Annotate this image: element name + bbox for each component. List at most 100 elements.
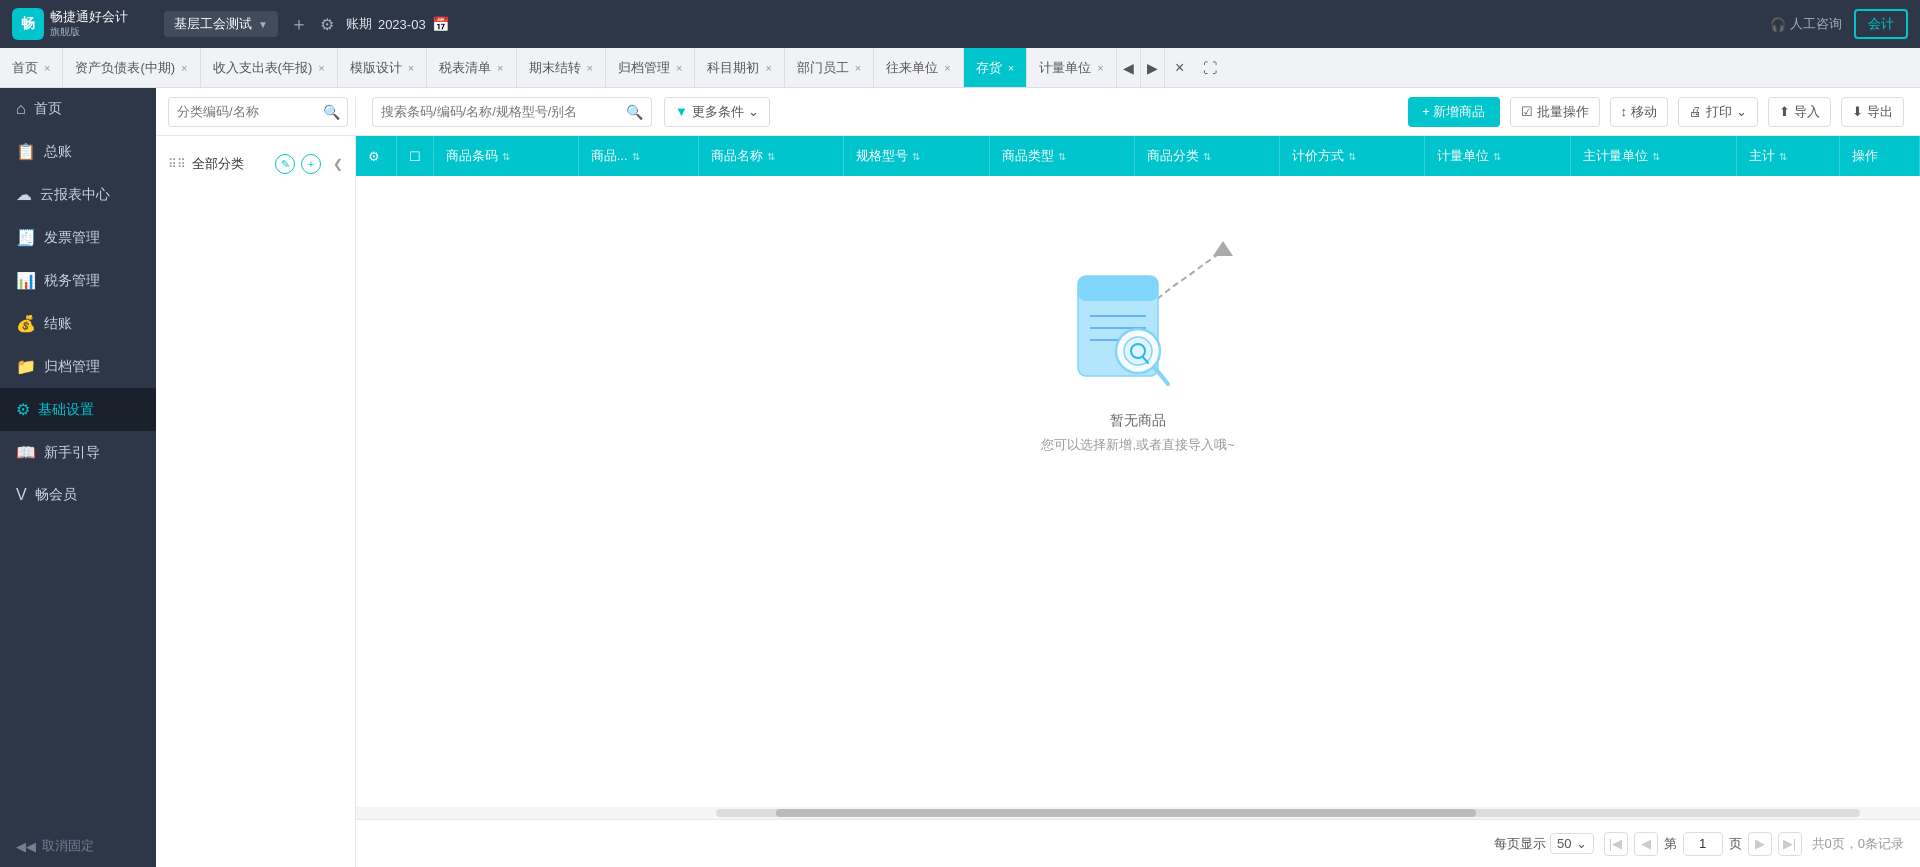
th-spec[interactable]: 规格型号 ⇅ bbox=[844, 136, 989, 176]
th-unit[interactable]: 计量单位 ⇅ bbox=[1425, 136, 1570, 176]
sidebar-item-home[interactable]: ⌂ 首页 bbox=[0, 88, 156, 130]
th-type[interactable]: 商品类型 ⇅ bbox=[989, 136, 1134, 176]
import-button[interactable]: ⬆ 导入 bbox=[1768, 97, 1831, 127]
horizontal-scrollbar[interactable] bbox=[356, 807, 1920, 819]
tab-close-icon[interactable]: × bbox=[318, 62, 324, 74]
tab-dept-staff[interactable]: 部门员工 × bbox=[785, 48, 874, 88]
tab-close-icon[interactable]: × bbox=[676, 62, 682, 74]
left-category-panel: ⠿⠿ 全部分类 ✎ + ❮ bbox=[156, 136, 356, 867]
tab-close-icon[interactable]: × bbox=[1008, 62, 1014, 74]
tab-close-icon[interactable]: × bbox=[44, 62, 50, 74]
tab-close-icon[interactable]: × bbox=[408, 62, 414, 74]
sidebar-item-settlement[interactable]: 💰 结账 bbox=[0, 302, 156, 345]
tab-close-icon[interactable]: × bbox=[1097, 62, 1103, 74]
move-button[interactable]: ↕ 移动 bbox=[1610, 97, 1669, 127]
sort-icon: ⇅ bbox=[912, 151, 920, 162]
pagination-bar: 每页显示 50 ⌄ |◀ ◀ 第 页 ▶ ▶| bbox=[356, 819, 1920, 867]
tab-homepage[interactable]: 首页 × bbox=[0, 48, 63, 88]
unpin-button[interactable]: ◀◀ 取消固定 bbox=[0, 825, 156, 867]
th-barcode[interactable]: 商品条码 ⇅ bbox=[433, 136, 578, 176]
export-button[interactable]: ⬇ 导出 bbox=[1841, 97, 1904, 127]
home-icon: ⌂ bbox=[16, 100, 26, 118]
th-settings[interactable]: ⚙ bbox=[356, 136, 396, 176]
archive-icon: 📁 bbox=[16, 357, 36, 376]
export-icon: ⬇ bbox=[1852, 104, 1863, 119]
tab-archive[interactable]: 归档管理 × bbox=[606, 48, 695, 88]
add-product-button[interactable]: + 新增商品 bbox=[1408, 97, 1499, 127]
tab-balance-sheet[interactable]: 资产负债表(中期) × bbox=[63, 48, 200, 88]
tab-close-icon[interactable]: × bbox=[497, 62, 503, 74]
product-table: ⚙ ☐ 商品条码 ⇅ 商品... bbox=[356, 136, 1920, 176]
invoice-icon: 🧾 bbox=[16, 228, 36, 247]
action-buttons: + 新增商品 ☑ 批量操作 ↕ 移动 🖨 打印 ⌄ bbox=[1408, 97, 1904, 127]
tab-close-icon[interactable]: × bbox=[765, 62, 771, 74]
ai-consult-label: 人工咨询 bbox=[1790, 15, 1842, 33]
add-tab-icon[interactable]: ＋ bbox=[290, 12, 308, 36]
tab-income-statement[interactable]: 收入支出表(年报) × bbox=[201, 48, 338, 88]
th-price-method[interactable]: 计价方式 ⇅ bbox=[1280, 136, 1425, 176]
sidebar-label-guide: 新手引导 bbox=[44, 444, 100, 462]
account-button[interactable]: 会计 bbox=[1854, 9, 1908, 39]
expand-icon[interactable]: ⛶ bbox=[1195, 48, 1225, 88]
calendar-icon[interactable]: 📅 bbox=[432, 16, 449, 32]
tab-tax-list[interactable]: 税表清单 × bbox=[427, 48, 516, 88]
th-main-num[interactable]: 主计 ⇅ bbox=[1737, 136, 1840, 176]
sidebar-item-invoice[interactable]: 🧾 发票管理 bbox=[0, 216, 156, 259]
th-checkbox[interactable]: ☐ bbox=[396, 136, 433, 176]
category-edit-button[interactable]: ✎ bbox=[275, 154, 295, 174]
th-code[interactable]: 商品... ⇅ bbox=[578, 136, 699, 176]
page-suffix: 页 bbox=[1729, 835, 1742, 853]
sidebar-item-guide[interactable]: 📖 新手引导 bbox=[0, 431, 156, 474]
sidebar-item-basic-settings[interactable]: ⚙ 基础设置 bbox=[0, 388, 156, 431]
company-selector[interactable]: 基层工会测试 ▼ bbox=[164, 11, 278, 37]
tab-prev-icon[interactable]: ◀ bbox=[1117, 48, 1141, 88]
ai-consult-button[interactable]: 🎧 人工咨询 bbox=[1770, 15, 1842, 33]
category-add-button[interactable]: + bbox=[301, 154, 321, 174]
sidebar-item-archive[interactable]: 📁 归档管理 bbox=[0, 345, 156, 388]
filter-icon: ▼ bbox=[675, 104, 688, 119]
page-number-input[interactable] bbox=[1683, 832, 1723, 856]
tab-inventory[interactable]: 存货 × bbox=[964, 48, 1027, 88]
collapse-icon[interactable]: ❮ bbox=[333, 157, 343, 171]
tab-subject-init[interactable]: 科目期初 × bbox=[695, 48, 784, 88]
tab-period-transfer[interactable]: 期末结转 × bbox=[517, 48, 606, 88]
tab-close-icon[interactable]: × bbox=[587, 62, 593, 74]
move-label: 移动 bbox=[1631, 103, 1657, 121]
tab-close-icon[interactable]: × bbox=[855, 62, 861, 74]
last-page-button[interactable]: ▶| bbox=[1778, 832, 1802, 856]
more-filter-button[interactable]: ▼ 更多条件 ⌄ bbox=[664, 97, 770, 127]
close-all-tabs-icon[interactable]: × bbox=[1165, 48, 1195, 88]
category-search-icon[interactable]: 🔍 bbox=[323, 104, 340, 120]
settings-icon[interactable]: ⚙ bbox=[320, 15, 334, 34]
page-size-selector: 每页显示 50 ⌄ bbox=[1494, 833, 1593, 854]
tab-template-design[interactable]: 模版设计 × bbox=[338, 48, 427, 88]
tab-unit[interactable]: 计量单位 × bbox=[1027, 48, 1116, 88]
export-label: 导出 bbox=[1867, 103, 1893, 121]
prev-page-button[interactable]: ◀ bbox=[1634, 832, 1658, 856]
tab-close-icon[interactable]: × bbox=[944, 62, 950, 74]
sidebar-item-ledger[interactable]: 📋 总账 bbox=[0, 130, 156, 173]
th-name[interactable]: 商品名称 ⇅ bbox=[699, 136, 844, 176]
tab-close-icon[interactable]: × bbox=[181, 62, 187, 74]
category-all[interactable]: ⠿⠿ 全部分类 ✎ + ❮ bbox=[168, 148, 343, 180]
batch-operation-button[interactable]: ☑ 批量操作 bbox=[1510, 97, 1600, 127]
sidebar-item-cloud-report[interactable]: ☁ 云报表中心 bbox=[0, 173, 156, 216]
per-page-select[interactable]: 50 ⌄ bbox=[1550, 833, 1593, 854]
first-page-button[interactable]: |◀ bbox=[1604, 832, 1628, 856]
sidebar-item-member[interactable]: V 畅会员 bbox=[0, 474, 156, 516]
print-button[interactable]: 🖨 打印 ⌄ bbox=[1678, 97, 1758, 127]
tab-next-icon[interactable]: ▶ bbox=[1141, 48, 1165, 88]
product-search-icon[interactable]: 🔍 bbox=[626, 104, 643, 120]
page-navigation: |◀ ◀ 第 页 ▶ ▶| bbox=[1604, 832, 1802, 856]
product-search-input[interactable] bbox=[381, 104, 620, 119]
th-main-unit[interactable]: 主计量单位 ⇅ bbox=[1570, 136, 1736, 176]
empty-title: 暂无商品 bbox=[1110, 412, 1166, 430]
next-page-button[interactable]: ▶ bbox=[1748, 832, 1772, 856]
top-header: 畅 畅捷通好会计 旗舰版 基层工会测试 ▼ ＋ ⚙ 账期 2023-03 📅 🎧… bbox=[0, 0, 1920, 48]
th-category[interactable]: 商品分类 ⇅ bbox=[1134, 136, 1279, 176]
sidebar-item-tax[interactable]: 📊 税务管理 bbox=[0, 259, 156, 302]
empty-subtitle: 您可以选择新增,或者直接导入哦~ bbox=[1041, 436, 1234, 454]
scrollbar-thumb[interactable] bbox=[776, 809, 1476, 817]
category-search-input[interactable] bbox=[177, 104, 317, 119]
tab-partners[interactable]: 往来单位 × bbox=[874, 48, 963, 88]
